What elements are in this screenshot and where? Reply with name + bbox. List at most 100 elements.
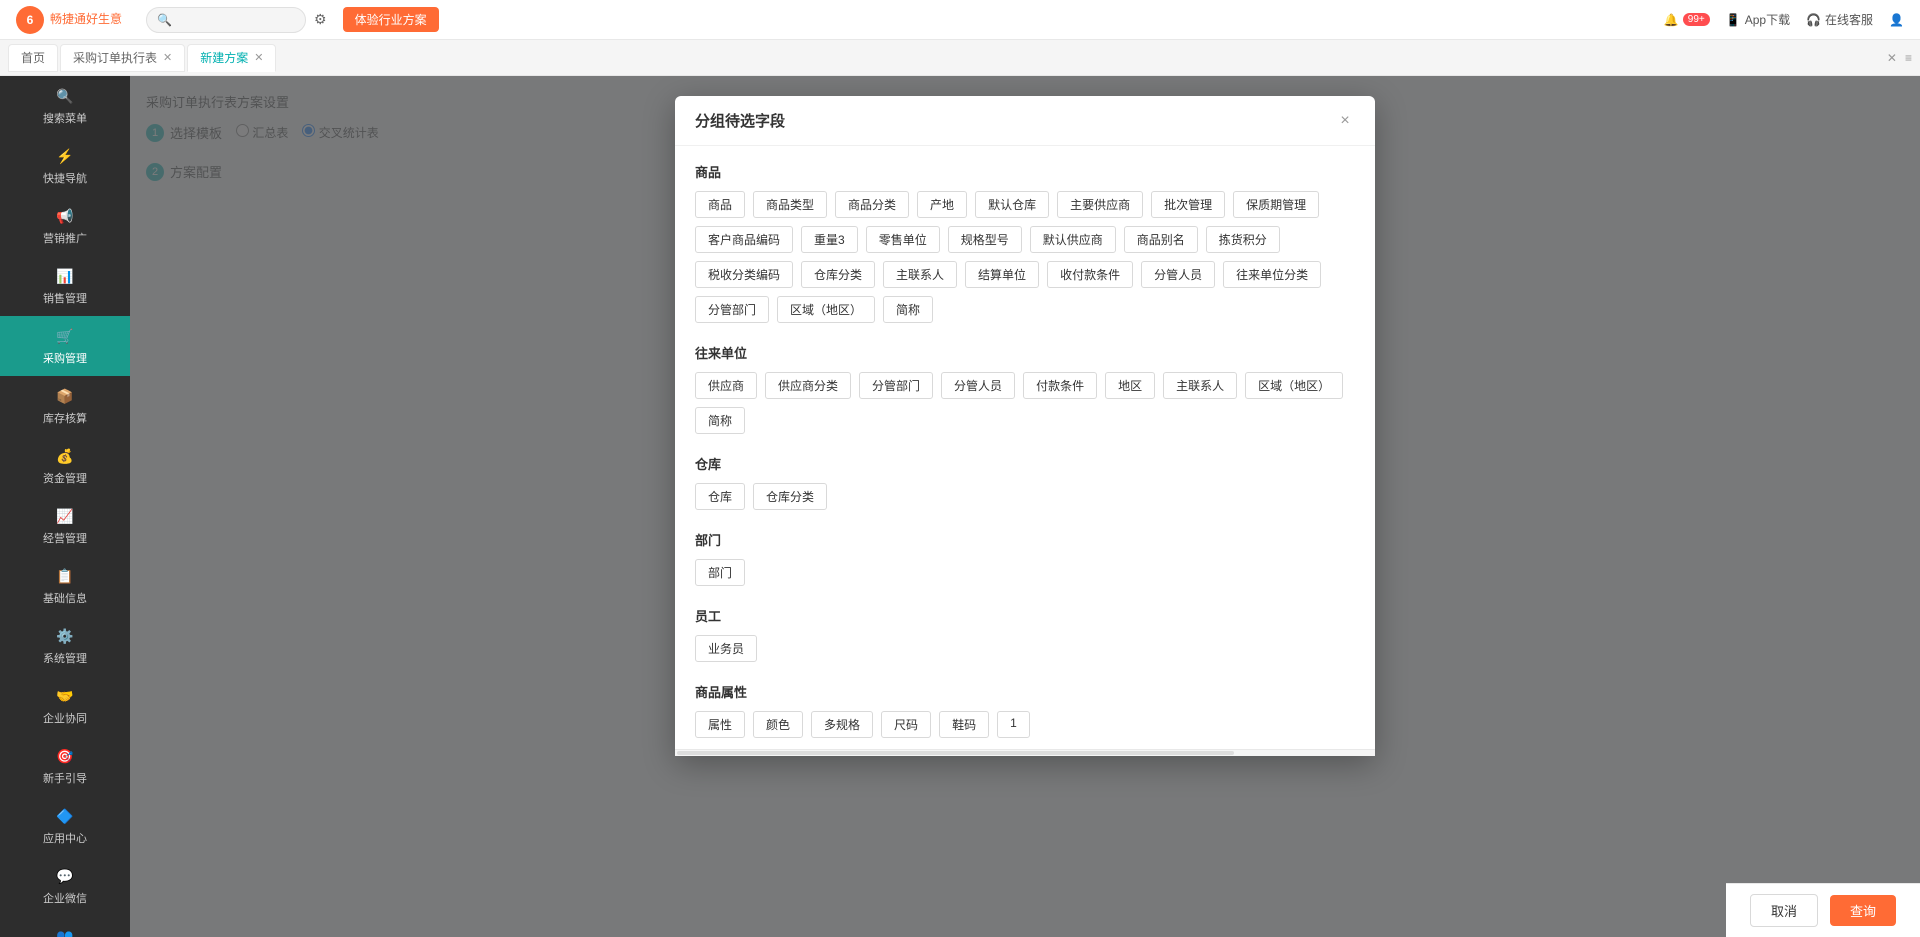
sidebar-item-guide[interactable]: 🎯 新手引导 xyxy=(0,736,130,796)
field-tag-supplier[interactable]: 供应商 xyxy=(695,372,757,399)
field-tag-batch-mgmt[interactable]: 批次管理 xyxy=(1151,191,1225,218)
wechat-icon: 💬 xyxy=(55,866,75,886)
field-tag-person-supervisor[interactable]: 分管人员 xyxy=(941,372,1015,399)
sidebar-item-inventory[interactable]: 📦 库存核算 xyxy=(0,376,130,436)
field-tag-dept-supervisor[interactable]: 分管部门 xyxy=(859,372,933,399)
section-department: 部门 部门 xyxy=(695,530,1355,586)
sidebar-item-quick-nav-label: 快捷导航 xyxy=(43,170,87,186)
section-goods: 商品 商品 商品类型 商品分类 产地 默认仓库 主要供应商 批次管理 保质期管理… xyxy=(695,162,1355,323)
sidebar-item-collab[interactable]: 🤝 企业协同 xyxy=(0,676,130,736)
finance-icon: 💰 xyxy=(55,446,75,466)
tab-new-plan[interactable]: 新建方案 ✕ xyxy=(187,44,276,72)
sidebar-item-basic-info[interactable]: 📋 基础信息 xyxy=(0,556,130,616)
field-tag-main-contact[interactable]: 主联系人 xyxy=(883,261,957,288)
field-tag-main-contact-counterparty[interactable]: 主联系人 xyxy=(1163,372,1237,399)
field-tag-payment-terms[interactable]: 收付款条件 xyxy=(1047,261,1133,288)
field-tag-supervisor[interactable]: 分管人员 xyxy=(1141,261,1215,288)
message-item[interactable]: 🔔 99+ xyxy=(1664,13,1710,27)
field-tag-pick-points[interactable]: 拣货积分 xyxy=(1206,226,1280,253)
sidebar-item-guide-label: 新手引导 xyxy=(43,770,87,786)
field-tag-size[interactable]: 尺码 xyxy=(881,711,931,738)
field-tag-region-goods[interactable]: 区域（地区） xyxy=(777,296,875,323)
sidebar-item-purchase[interactable]: 🛒 采购管理 xyxy=(0,316,130,376)
tab-bar-actions: ✕ ≡ xyxy=(1887,51,1912,65)
field-tag-goods[interactable]: 商品 xyxy=(695,191,745,218)
field-tag-region-counterparty[interactable]: 地区 xyxy=(1105,372,1155,399)
quick-nav-icon: ⚡ xyxy=(55,146,75,166)
header-search-box[interactable]: 🔍 xyxy=(146,7,306,33)
field-tag-expiry[interactable]: 保质期管理 xyxy=(1233,191,1319,218)
field-tag-color[interactable]: 颜色 xyxy=(753,711,803,738)
sidebar-item-finance[interactable]: 💰 资金管理 xyxy=(0,436,130,496)
top-header: 6 畅捷通好生意 🔍 ⚙ 体验行业方案 🔔 99+ 📱 App下载 🎧 在线客服… xyxy=(0,0,1920,40)
sidebar-item-system-label: 系统管理 xyxy=(43,650,87,666)
field-tag-num1[interactable]: 1 xyxy=(997,711,1030,738)
field-tag-settlement-unit[interactable]: 结算单位 xyxy=(965,261,1039,288)
headset-icon: 🎧 xyxy=(1806,13,1821,27)
field-tag-tax-code[interactable]: 税收分类编码 xyxy=(695,261,793,288)
download-label: App下载 xyxy=(1745,11,1790,28)
field-tag-goods-alias[interactable]: 商品别名 xyxy=(1124,226,1198,253)
sidebar-item-app-center[interactable]: 🔷 应用中心 xyxy=(0,796,130,856)
field-tag-salesperson[interactable]: 业务员 xyxy=(695,635,757,662)
field-tag-customer-code[interactable]: 客户商品编码 xyxy=(695,226,793,253)
sales-icon: 📊 xyxy=(55,266,75,286)
field-tag-counterparty-category[interactable]: 往来单位分类 xyxy=(1223,261,1321,288)
tab-home[interactable]: 首页 xyxy=(8,44,58,72)
field-tag-default-supplier[interactable]: 默认供应商 xyxy=(1030,226,1116,253)
basic-info-icon: 📋 xyxy=(55,566,75,586)
field-tag-area-counterparty[interactable]: 区域（地区） xyxy=(1245,372,1343,399)
field-tag-spec-model[interactable]: 规格型号 xyxy=(948,226,1022,253)
sidebar-item-system[interactable]: ⚙️ 系统管理 xyxy=(0,616,130,676)
field-tag-supplier-category[interactable]: 供应商分类 xyxy=(765,372,851,399)
tab-new-plan-close[interactable]: ✕ xyxy=(254,51,263,64)
tab-purchase-order-close[interactable]: ✕ xyxy=(163,51,172,64)
user-avatar[interactable]: 👤 xyxy=(1889,13,1904,27)
header-search-area: 🔍 ⚙ 体验行业方案 xyxy=(146,7,1664,33)
confirm-button[interactable]: 查询 xyxy=(1830,895,1896,926)
field-tag-abbr-counterparty[interactable]: 简称 xyxy=(695,407,745,434)
field-tag-main-supplier[interactable]: 主要供应商 xyxy=(1057,191,1143,218)
field-tag-multi-spec[interactable]: 多规格 xyxy=(811,711,873,738)
gear-icon[interactable]: ⚙ xyxy=(314,11,327,28)
field-tag-warehouse-category[interactable]: 仓库分类 xyxy=(801,261,875,288)
field-tag-attr[interactable]: 属性 xyxy=(695,711,745,738)
sidebar-item-quick-nav[interactable]: ⚡ 快捷导航 xyxy=(0,136,130,196)
tab-purchase-order-label: 采购订单执行表 xyxy=(73,49,157,66)
field-tag-default-warehouse[interactable]: 默认仓库 xyxy=(975,191,1049,218)
message-icon: 🔔 xyxy=(1664,13,1679,27)
sidebar-item-member[interactable]: 👥 畅会员 xyxy=(0,916,130,937)
search-icon: 🔍 xyxy=(157,13,172,27)
download-item[interactable]: 📱 App下载 xyxy=(1726,11,1790,28)
field-tag-warehouse[interactable]: 仓库 xyxy=(695,483,745,510)
modal-close-button[interactable]: × xyxy=(1335,111,1355,131)
field-tag-goods-type[interactable]: 商品类型 xyxy=(753,191,827,218)
sidebar-item-marketing[interactable]: 📢 营销推广 xyxy=(0,196,130,256)
service-item[interactable]: 🎧 在线客服 xyxy=(1806,11,1873,28)
field-tag-abbr-goods[interactable]: 简称 xyxy=(883,296,933,323)
sidebar-item-operations[interactable]: 📈 经营管理 xyxy=(0,496,130,556)
sidebar-item-sales[interactable]: 📊 销售管理 xyxy=(0,256,130,316)
trial-button[interactable]: 体验行业方案 xyxy=(343,7,439,32)
modal-hscroll[interactable] xyxy=(675,749,1375,756)
field-tag-payment-condition[interactable]: 付款条件 xyxy=(1023,372,1097,399)
cancel-button[interactable]: 取消 xyxy=(1750,894,1818,927)
field-select-modal: 分组待选字段 × 商品 商品 商品类型 商品分类 产地 默认仓库 xyxy=(675,96,1375,756)
field-tag-weight3[interactable]: 重量3 xyxy=(801,226,858,253)
tab-menu-icon[interactable]: ≡ xyxy=(1905,51,1912,65)
sidebar-item-collab-label: 企业协同 xyxy=(43,710,87,726)
field-tag-warehouse-cat[interactable]: 仓库分类 xyxy=(753,483,827,510)
field-tag-origin[interactable]: 产地 xyxy=(917,191,967,218)
tab-purchase-order[interactable]: 采购订单执行表 ✕ xyxy=(60,44,185,72)
field-tag-dept-manager[interactable]: 分管部门 xyxy=(695,296,769,323)
sidebar-item-wechat[interactable]: 💬 企业微信 xyxy=(0,856,130,916)
sidebar-item-finance-label: 资金管理 xyxy=(43,470,87,486)
field-tag-department[interactable]: 部门 xyxy=(695,559,745,586)
avatar-icon: 👤 xyxy=(1889,13,1904,27)
field-tag-goods-category[interactable]: 商品分类 xyxy=(835,191,909,218)
field-tag-retail-unit[interactable]: 零售单位 xyxy=(866,226,940,253)
sidebar-item-search[interactable]: 🔍 搜索菜单 xyxy=(0,76,130,136)
tab-close-all-icon[interactable]: ✕ xyxy=(1887,51,1897,65)
modal-body[interactable]: 商品 商品 商品类型 商品分类 产地 默认仓库 主要供应商 批次管理 保质期管理… xyxy=(675,146,1375,749)
field-tag-shoe-size[interactable]: 鞋码 xyxy=(939,711,989,738)
